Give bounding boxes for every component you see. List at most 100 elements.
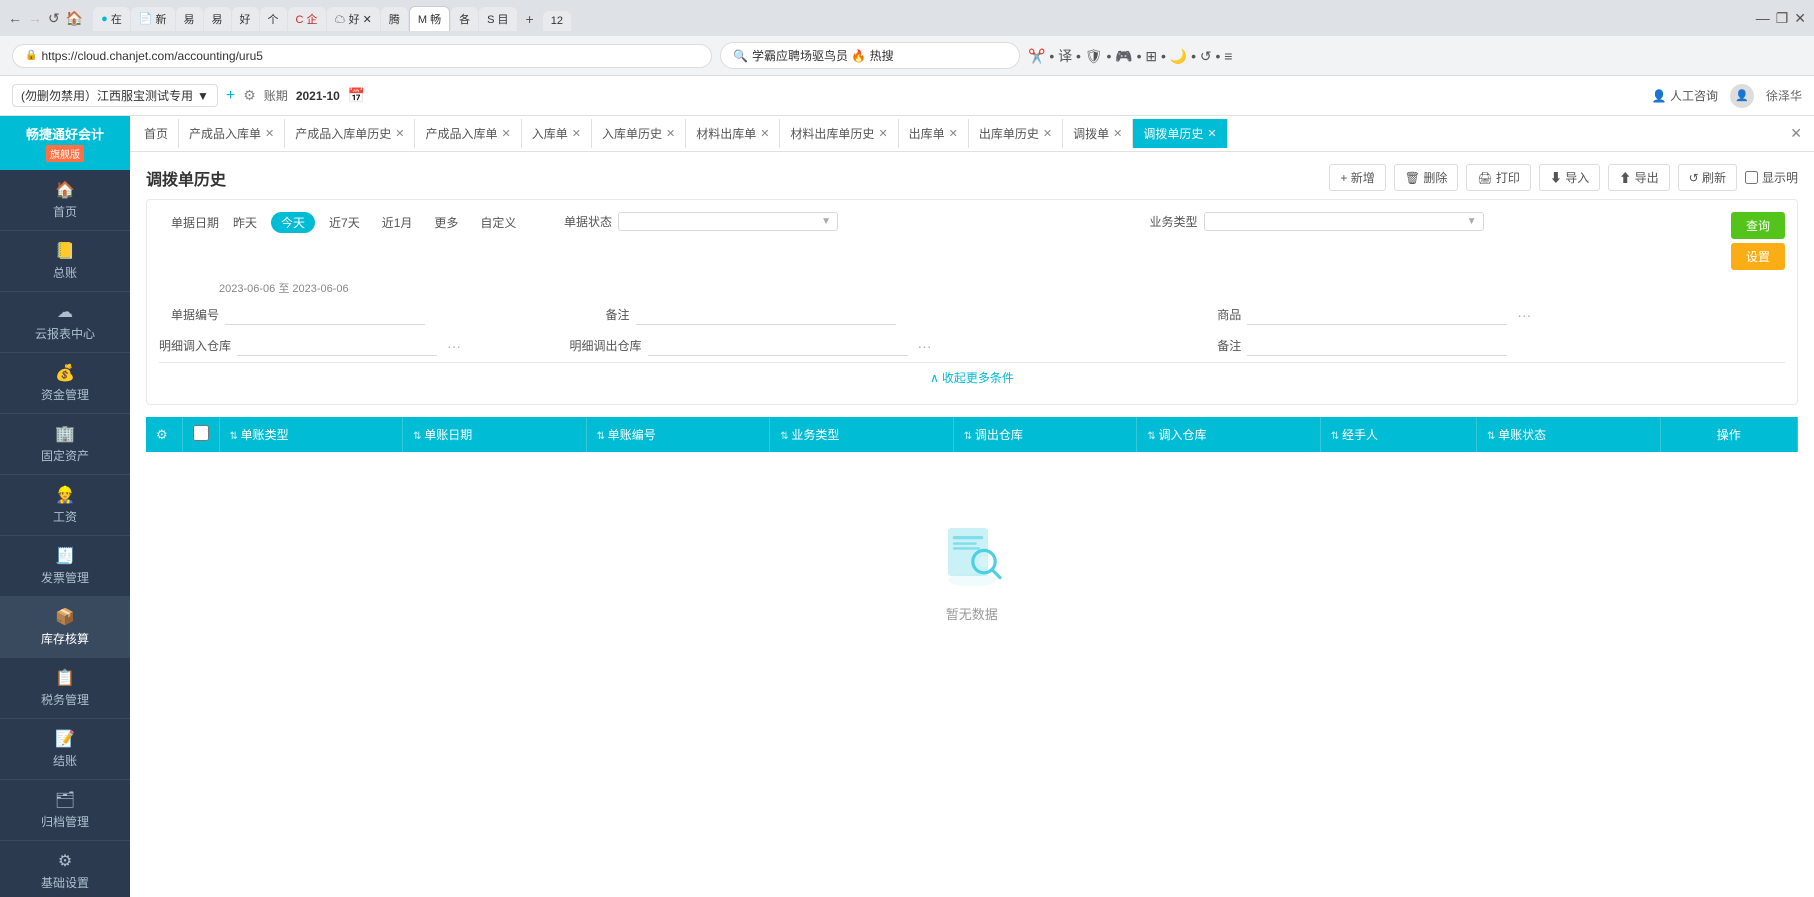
sidebar-item-home[interactable]: 🏠 首页 — [0, 170, 130, 231]
status-select[interactable]: ▼ — [618, 212, 838, 231]
date-tab-7days[interactable]: 近7天 — [321, 212, 368, 233]
date-tab-today[interactable]: 今天 — [271, 212, 315, 233]
nav-forward[interactable]: → — [28, 10, 42, 26]
app-tab-8[interactable]: 出库单 ✕ — [899, 119, 969, 148]
sidebar-item-settings[interactable]: ⚙ 基础设置 — [0, 841, 130, 897]
th-doc-type[interactable]: ⇅ 单账类型 — [219, 417, 403, 452]
app-tab-1-close[interactable]: ✕ — [265, 127, 274, 140]
app-tab-10-close[interactable]: ✕ — [1113, 127, 1122, 140]
out-warehouse-dots[interactable]: ··· — [918, 338, 932, 354]
sidebar-item-inventory[interactable]: 📦 库存核算 — [0, 597, 130, 658]
app-tab-2-close[interactable]: ✕ — [395, 127, 404, 140]
remark2-input[interactable] — [1247, 335, 1507, 356]
app-tab-7[interactable]: 材料出库单历史 ✕ — [780, 119, 898, 148]
settings-icon[interactable]: ⚙ — [243, 87, 256, 104]
add-company-btn[interactable]: + — [226, 87, 235, 105]
maximize-btn[interactable]: ❐ — [1776, 10, 1789, 27]
nav-home[interactable]: 🏠 — [66, 10, 83, 27]
refresh-btn[interactable]: ↺ 刷新 — [1678, 164, 1737, 191]
close-btn[interactable]: ✕ — [1794, 10, 1806, 27]
app-tab-10[interactable]: 调拨单 ✕ — [1063, 119, 1133, 148]
search-bar[interactable]: 学霸应聘场驱鸟员 🔥 热搜 — [752, 47, 894, 64]
th-checkbox[interactable] — [182, 417, 219, 452]
address-bar[interactable]: https://cloud.chanjet.com/accounting/uru… — [41, 49, 699, 63]
app-tab-4-close[interactable]: ✕ — [572, 127, 581, 140]
browser-tab-9[interactable]: 腾 — [381, 7, 408, 31]
browser-tab-7[interactable]: C 企 — [288, 7, 326, 31]
new-btn[interactable]: + 新增 — [1329, 164, 1385, 191]
column-settings-icon[interactable]: ⚙ — [156, 427, 168, 442]
calendar-icon[interactable]: 📅 — [348, 87, 365, 104]
app-tab-8-close[interactable]: ✕ — [949, 127, 958, 140]
nav-back[interactable]: ← — [8, 10, 22, 26]
app-tab-home[interactable]: 首页 — [134, 119, 179, 148]
app-tab-11[interactable]: 调拨单历史 ✕ — [1133, 119, 1227, 148]
browser-tab-11[interactable]: 各 — [451, 7, 478, 31]
sidebar-item-invoice[interactable]: 🧾 发票管理 — [0, 536, 130, 597]
app-tab-9[interactable]: 出库单历史 ✕ — [969, 119, 1063, 148]
browser-tab-3[interactable]: 易 — [176, 7, 203, 31]
select-all-checkbox[interactable] — [193, 425, 209, 441]
app-tab-3-close[interactable]: ✕ — [502, 127, 511, 140]
sidebar-item-reports[interactable]: ☁ 云报表中心 — [0, 292, 130, 353]
sidebar-item-close[interactable]: 📝 结账 — [0, 719, 130, 780]
app-tab-3[interactable]: 产成品入库单 ✕ — [415, 119, 521, 148]
browser-tab-4[interactable]: 易 — [204, 7, 231, 31]
date-tab-yesterday[interactable]: 昨天 — [225, 212, 265, 233]
in-warehouse-dots[interactable]: ··· — [447, 338, 461, 354]
setting-btn[interactable]: 设置 — [1731, 243, 1785, 270]
th-settings[interactable]: ⚙ — [146, 417, 182, 452]
export-btn[interactable]: ⬆ 导出 — [1608, 164, 1669, 191]
app-tab-4[interactable]: 入库单 ✕ — [522, 119, 592, 148]
browser-tab-10[interactable]: M 畅 — [409, 6, 450, 31]
sidebar-item-ledger[interactable]: 📒 总账 — [0, 231, 130, 292]
th-biz-type[interactable]: ⇅ 业务类型 — [770, 417, 954, 452]
delete-btn[interactable]: 🗑 删除 — [1394, 164, 1459, 191]
browser-tab-6[interactable]: 个 — [260, 7, 287, 31]
minimize-btn[interactable]: — — [1756, 10, 1770, 27]
biz-type-select[interactable]: ▼ — [1204, 212, 1484, 231]
goods-dots[interactable]: ··· — [1517, 307, 1531, 323]
date-tab-1month[interactable]: 近1月 — [374, 212, 421, 233]
browser-tab-12[interactable]: S 目 — [479, 7, 516, 31]
tab-area-close[interactable]: ✕ — [1782, 125, 1810, 142]
th-in-warehouse[interactable]: ⇅ 调入仓库 — [1137, 417, 1321, 452]
new-tab-btn[interactable]: + — [518, 7, 542, 31]
doc-no-input[interactable] — [225, 304, 425, 325]
goods-input[interactable] — [1247, 304, 1507, 325]
app-tab-5-close[interactable]: ✕ — [666, 127, 675, 140]
sidebar-item-assets[interactable]: 🏢 固定资产 — [0, 414, 130, 475]
query-btn[interactable]: 查询 — [1731, 212, 1785, 239]
remark-input[interactable] — [636, 304, 896, 325]
th-out-warehouse[interactable]: ⇅ 调出仓库 — [953, 417, 1137, 452]
date-tab-custom[interactable]: 自定义 — [472, 212, 524, 233]
nav-refresh[interactable]: ↺ — [48, 10, 60, 27]
sidebar-item-archive[interactable]: 🗂 归档管理 — [0, 780, 130, 841]
sidebar-logo[interactable]: 畅捷通好会计 旗舰版 — [0, 116, 130, 170]
display-checkbox[interactable] — [1745, 171, 1758, 184]
out-warehouse-input[interactable] — [648, 335, 908, 356]
import-btn[interactable]: ⬇ 导入 — [1539, 164, 1600, 191]
company-selector[interactable]: (勿删勿禁用）江西服宝测试专用 ▼ — [12, 84, 218, 107]
app-tab-11-close[interactable]: ✕ — [1207, 127, 1216, 140]
app-tab-6[interactable]: 材料出库单 ✕ — [686, 119, 780, 148]
consultant-btn[interactable]: 👤 人工咨询 — [1652, 87, 1718, 104]
th-handler[interactable]: ⇅ 经手人 — [1320, 417, 1476, 452]
th-doc-date[interactable]: ⇅ 单账日期 — [403, 417, 587, 452]
browser-tab-1[interactable]: ●在 — [93, 7, 130, 31]
app-tab-2[interactable]: 产成品入库单历史 ✕ — [285, 119, 415, 148]
sidebar-item-funds[interactable]: 💰 资金管理 — [0, 353, 130, 414]
sidebar-item-tax[interactable]: 📋 税务管理 — [0, 658, 130, 719]
app-tab-6-close[interactable]: ✕ — [760, 127, 769, 140]
browser-tab-2[interactable]: 📄新 — [131, 7, 175, 31]
browser-tab-8[interactable]: ☁ 好 ✕ — [327, 7, 380, 31]
app-tab-9-close[interactable]: ✕ — [1043, 127, 1052, 140]
in-warehouse-input[interactable] — [237, 335, 437, 356]
sidebar-item-salary[interactable]: 👷 工资 — [0, 475, 130, 536]
collapse-btn[interactable]: ∧ 收起更多条件 — [930, 369, 1014, 386]
th-doc-no[interactable]: ⇅ 单账编号 — [586, 417, 770, 452]
app-tab-7-close[interactable]: ✕ — [878, 127, 887, 140]
app-tab-5[interactable]: 入库单历史 ✕ — [592, 119, 686, 148]
date-tab-more[interactable]: 更多 — [426, 212, 466, 233]
browser-tab-5[interactable]: 好 — [232, 7, 259, 31]
